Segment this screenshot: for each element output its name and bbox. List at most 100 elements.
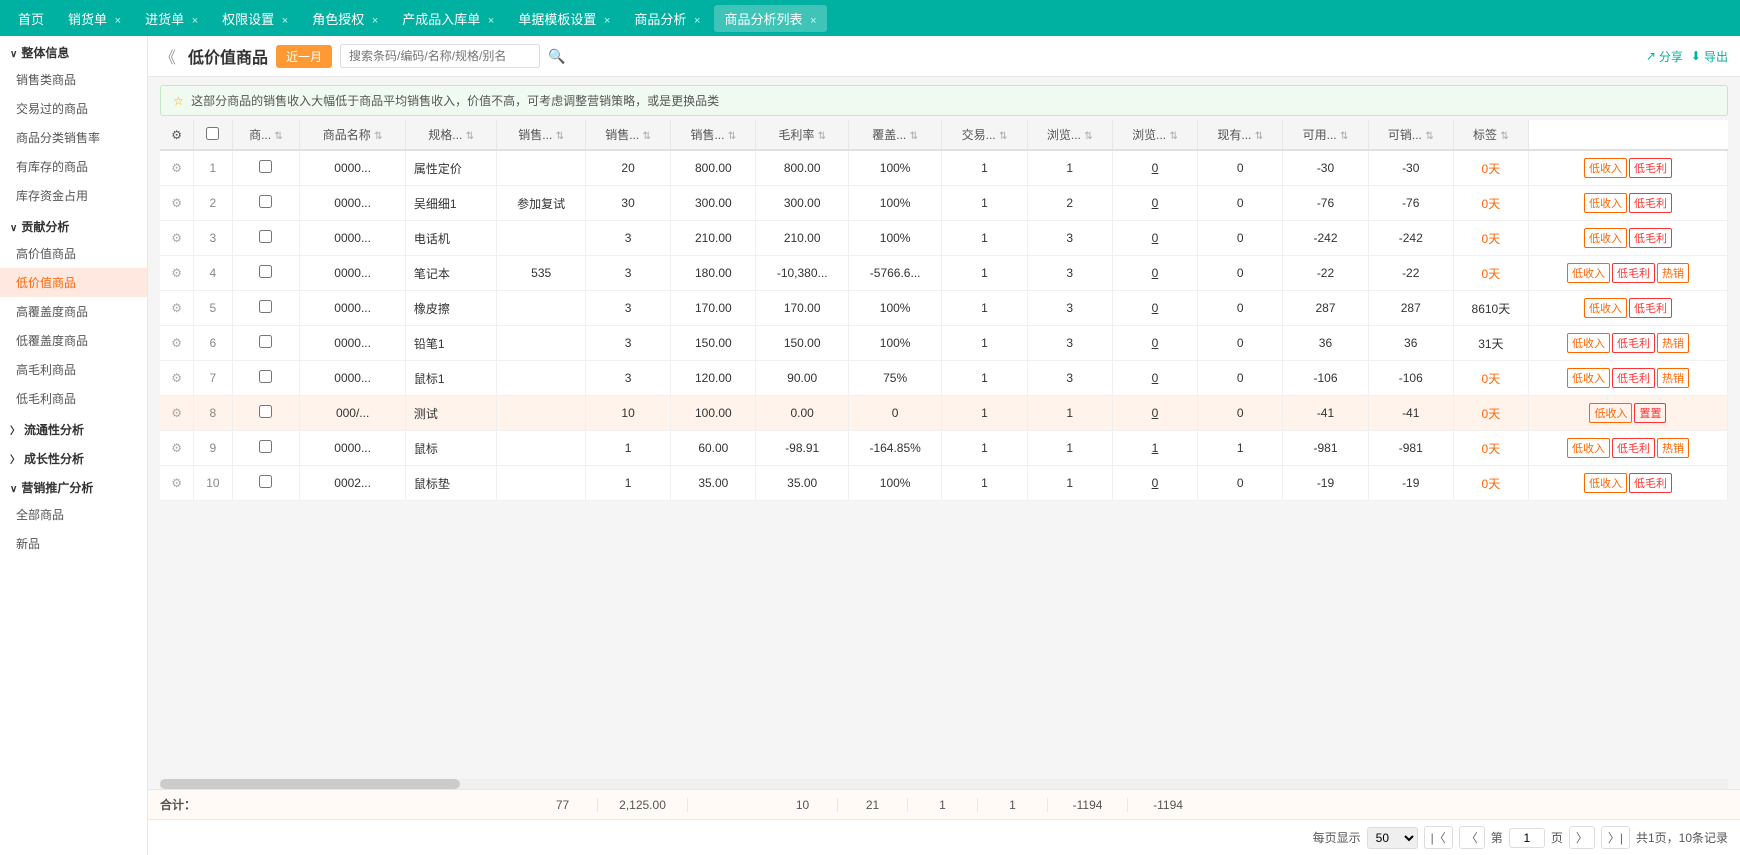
td-browse1[interactable]: 0 bbox=[1112, 150, 1197, 186]
sidebar-group-growth[interactable]: 〉成长性分析 bbox=[0, 442, 147, 471]
row-checkbox[interactable] bbox=[259, 335, 272, 348]
td-browse1[interactable]: 0 bbox=[1112, 466, 1197, 501]
row-checkbox[interactable] bbox=[259, 195, 272, 208]
sidebar-item-low-profit[interactable]: 低毛利商品 bbox=[0, 384, 147, 413]
sidebar-group-overall[interactable]: ∨整体信息 bbox=[0, 36, 147, 65]
sidebar-group-circulation[interactable]: 〉流通性分析 bbox=[0, 413, 147, 442]
th-stock2[interactable]: 可用... ⇅ bbox=[1283, 120, 1368, 150]
sidebar-item-new-products[interactable]: 新品 bbox=[0, 529, 147, 558]
sidebar-group-contribution[interactable]: ∨贡献分析 bbox=[0, 210, 147, 239]
nav-product-analysis-list-close[interactable]: × bbox=[810, 15, 816, 27]
row-checkbox[interactable] bbox=[259, 440, 272, 453]
first-page-btn[interactable]: |〈 bbox=[1424, 826, 1453, 849]
th-name[interactable]: 商品名称 ⇅ bbox=[300, 120, 406, 150]
nav-product-analysis-close[interactable]: × bbox=[694, 15, 700, 27]
nav-purchase[interactable]: 进货单 × bbox=[135, 5, 208, 32]
browse-link[interactable]: 1 bbox=[1152, 441, 1159, 455]
export-btn[interactable]: ⬇ 导出 bbox=[1691, 48, 1728, 65]
th-coverage[interactable]: 覆盖... ⇅ bbox=[848, 120, 941, 150]
share-btn[interactable]: ↗ 分享 bbox=[1646, 48, 1683, 65]
nav-template[interactable]: 单据模板设置 × bbox=[508, 5, 620, 32]
td-checkbox[interactable] bbox=[232, 221, 300, 256]
nav-role-close[interactable]: × bbox=[372, 15, 378, 27]
nav-purchase-close[interactable]: × bbox=[192, 15, 198, 27]
th-stock3[interactable]: 可销... ⇅ bbox=[1368, 120, 1453, 150]
td-checkbox[interactable] bbox=[232, 326, 300, 361]
browse-link[interactable]: 0 bbox=[1152, 476, 1159, 490]
nav-sales-close[interactable]: × bbox=[115, 15, 121, 27]
sidebar-item-high-value[interactable]: 高价值商品 bbox=[0, 239, 147, 268]
nav-role[interactable]: 角色授权 × bbox=[302, 5, 388, 32]
sidebar-item-stock-capital[interactable]: 库存资金占用 bbox=[0, 181, 147, 210]
sidebar-item-low-value[interactable]: 低价值商品 bbox=[0, 268, 147, 297]
last-page-btn[interactable]: 〉| bbox=[1601, 826, 1630, 849]
sidebar-item-high-coverage[interactable]: 高覆盖度商品 bbox=[0, 297, 147, 326]
select-all-checkbox[interactable] bbox=[206, 127, 219, 140]
browse-link[interactable]: 0 bbox=[1152, 161, 1159, 175]
row-checkbox[interactable] bbox=[259, 405, 272, 418]
td-browse1[interactable]: 0 bbox=[1112, 361, 1197, 396]
th-stock1[interactable]: 现有... ⇅ bbox=[1198, 120, 1283, 150]
sidebar-item-traded-products[interactable]: 交易过的商品 bbox=[0, 94, 147, 123]
td-checkbox[interactable] bbox=[232, 150, 300, 186]
sidebar-item-all-products[interactable]: 全部商品 bbox=[0, 500, 147, 529]
td-browse1[interactable]: 1 bbox=[1112, 431, 1197, 466]
th-trade[interactable]: 交易... ⇅ bbox=[942, 120, 1027, 150]
th-tags[interactable]: 标签 ⇅ bbox=[1453, 120, 1528, 150]
nav-sales[interactable]: 销货单 × bbox=[58, 5, 131, 32]
browse-link[interactable]: 0 bbox=[1152, 406, 1159, 420]
td-checkbox[interactable] bbox=[232, 291, 300, 326]
row-checkbox[interactable] bbox=[259, 300, 272, 313]
th-sales2[interactable]: 销售... ⇅ bbox=[585, 120, 670, 150]
page-input[interactable] bbox=[1509, 828, 1545, 848]
td-checkbox[interactable] bbox=[232, 361, 300, 396]
sidebar-item-stock-products[interactable]: 有库存的商品 bbox=[0, 152, 147, 181]
table-footer-scroll[interactable] bbox=[160, 779, 1728, 789]
browse-link[interactable]: 0 bbox=[1152, 371, 1159, 385]
prev-page-btn[interactable]: 〈 bbox=[1459, 826, 1485, 849]
th-settings[interactable]: ⚙ bbox=[160, 120, 194, 150]
td-checkbox[interactable] bbox=[232, 186, 300, 221]
row-checkbox[interactable] bbox=[259, 230, 272, 243]
table-wrapper[interactable]: ⚙ 商... ⇅ 商品名称 ⇅ 规格... ⇅ 销售... ⇅ 销售... ⇅ … bbox=[160, 120, 1728, 779]
row-checkbox[interactable] bbox=[259, 265, 272, 278]
nav-template-close[interactable]: × bbox=[604, 15, 610, 27]
browse-link[interactable]: 0 bbox=[1152, 231, 1159, 245]
nav-product-analysis[interactable]: 商品分析 × bbox=[624, 5, 710, 32]
search-icon[interactable]: 🔍 bbox=[548, 48, 565, 65]
sidebar-item-low-coverage[interactable]: 低覆盖度商品 bbox=[0, 326, 147, 355]
th-sales3[interactable]: 销售... ⇅ bbox=[671, 120, 756, 150]
th-margin[interactable]: 毛利率 ⇅ bbox=[756, 120, 848, 150]
sidebar-item-high-profit[interactable]: 高毛利商品 bbox=[0, 355, 147, 384]
th-code[interactable]: 商... ⇅ bbox=[232, 120, 300, 150]
row-checkbox[interactable] bbox=[259, 160, 272, 173]
td-browse1[interactable]: 0 bbox=[1112, 326, 1197, 361]
per-page-select[interactable]: 50 100 200 bbox=[1367, 827, 1418, 849]
td-checkbox[interactable] bbox=[232, 431, 300, 466]
search-input[interactable] bbox=[340, 44, 540, 68]
sidebar-group-marketing[interactable]: ∨营销推广分析 bbox=[0, 471, 147, 500]
nav-product-analysis-list[interactable]: 商品分析列表 × bbox=[714, 5, 826, 32]
td-checkbox[interactable] bbox=[232, 466, 300, 501]
next-page-btn[interactable]: 〉 bbox=[1569, 826, 1595, 849]
nav-home[interactable]: 首页 bbox=[8, 5, 54, 32]
td-browse1[interactable]: 0 bbox=[1112, 291, 1197, 326]
nav-product-in[interactable]: 产成品入库单 × bbox=[392, 5, 504, 32]
browse-link[interactable]: 0 bbox=[1152, 266, 1159, 280]
collapse-btn[interactable]: 《 bbox=[160, 44, 176, 68]
td-browse1[interactable]: 0 bbox=[1112, 256, 1197, 291]
td-browse1[interactable]: 0 bbox=[1112, 396, 1197, 431]
th-sales1[interactable]: 销售... ⇅ bbox=[497, 120, 586, 150]
th-browse2[interactable]: 浏览... ⇅ bbox=[1112, 120, 1197, 150]
browse-link[interactable]: 0 bbox=[1152, 196, 1159, 210]
th-checkbox[interactable] bbox=[194, 120, 232, 150]
th-spec[interactable]: 规格... ⇅ bbox=[405, 120, 496, 150]
sidebar-item-sales-products[interactable]: 销售类商品 bbox=[0, 65, 147, 94]
browse-link[interactable]: 0 bbox=[1152, 336, 1159, 350]
td-browse1[interactable]: 0 bbox=[1112, 186, 1197, 221]
nav-permission-close[interactable]: × bbox=[282, 15, 288, 27]
nav-permission[interactable]: 权限设置 × bbox=[212, 5, 298, 32]
filter-recent-month[interactable]: 近一月 bbox=[276, 45, 332, 68]
nav-product-in-close[interactable]: × bbox=[488, 15, 494, 27]
th-browse1[interactable]: 浏览... ⇅ bbox=[1027, 120, 1112, 150]
